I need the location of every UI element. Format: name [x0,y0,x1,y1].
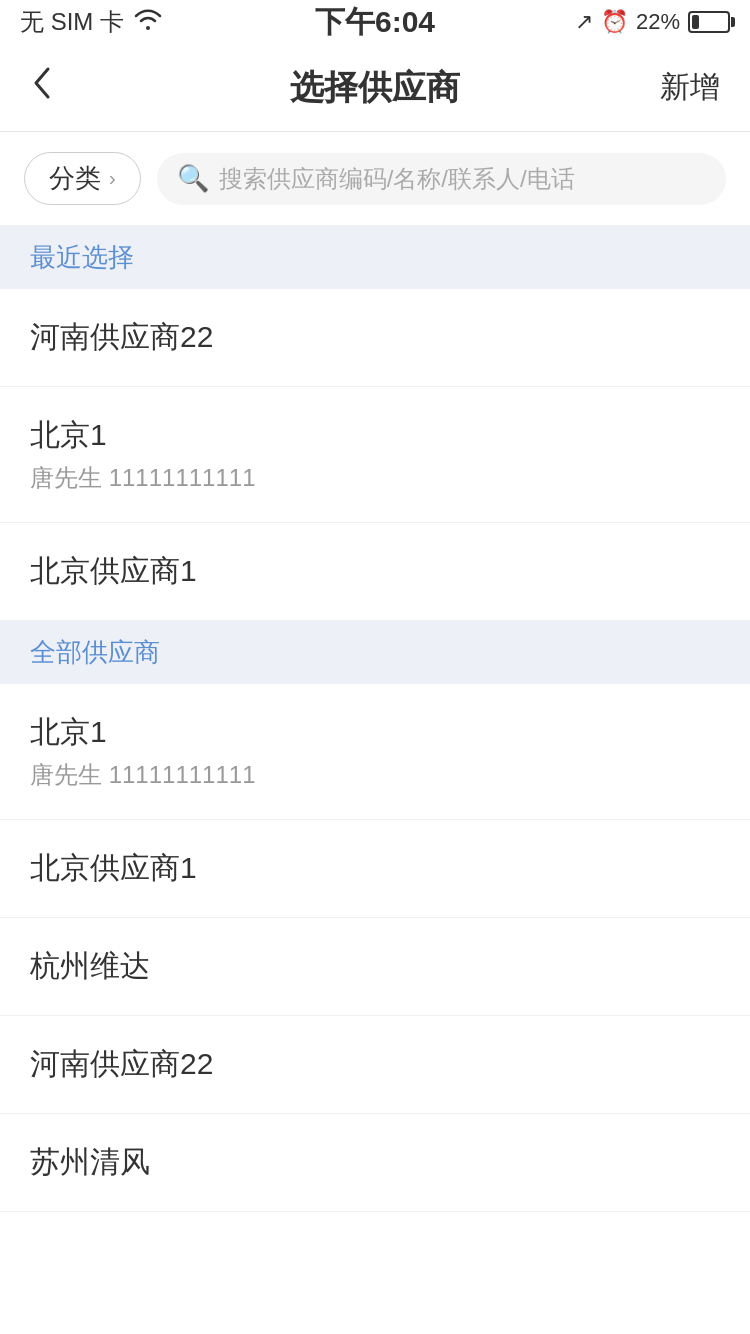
carrier-label: 无 SIM 卡 [20,6,124,38]
all-section-header: 全部供应商 [0,621,750,684]
status-time: 下午6:04 [315,2,435,43]
item-name: 北京供应商1 [30,551,720,592]
all-section-label: 全部供应商 [30,637,160,667]
search-placeholder: 搜索供应商编码/名称/联系人/电话 [219,163,575,195]
item-contact: 唐先生 11111111111 [30,759,720,791]
recent-section-header: 最近选择 [0,226,750,289]
item-name: 北京供应商1 [30,848,720,889]
back-button[interactable] [30,63,90,112]
item-name: 杭州维达 [30,946,720,987]
location-icon: ↗ [575,9,593,35]
all-suppliers-list: 北京1 唐先生 11111111111 北京供应商1 杭州维达河南供应商22 苏州清风 [0,684,750,1212]
list-item[interactable]: 河南供应商22 [0,289,750,387]
list-item[interactable]: 苏州清风 [0,1114,750,1212]
item-contact: 唐先生 11111111111 [30,462,720,494]
item-name: 河南供应商22 [30,317,720,358]
status-left: 无 SIM 卡 [20,6,162,38]
alarm-icon: ⏰ [601,9,628,35]
nav-bar: 选择供应商 新增 [0,44,750,132]
battery-icon [688,11,730,33]
recent-section-label: 最近选择 [30,242,134,272]
item-name: 河南供应商22 [30,1044,720,1085]
recent-list: 河南供应商22 北京1 唐先生 11111111111 北京供应商1 [0,289,750,621]
list-item[interactable]: 河南供应商22 [0,1016,750,1114]
item-name: 北京1 [30,415,720,456]
chevron-right-icon: › [109,167,116,190]
wifi-icon [134,8,162,36]
status-bar: 无 SIM 卡 下午6:04 ↗ ⏰ 22% [0,0,750,44]
page-title: 选择供应商 [290,65,460,111]
status-right: ↗ ⏰ 22% [575,9,730,35]
list-item[interactable]: 北京1 唐先生 11111111111 [0,684,750,820]
category-label: 分类 [49,161,101,196]
list-item[interactable]: 北京供应商1 [0,523,750,621]
category-button[interactable]: 分类 › [24,152,141,205]
item-name: 苏州清风 [30,1142,720,1183]
battery-label: 22% [636,9,680,35]
list-item[interactable]: 北京供应商1 [0,820,750,918]
filter-bar: 分类 › 🔍 搜索供应商编码/名称/联系人/电话 [0,132,750,226]
add-button[interactable]: 新增 [660,67,720,108]
list-item[interactable]: 北京1 唐先生 11111111111 [0,387,750,523]
list-item[interactable]: 杭州维达 [0,918,750,1016]
search-box[interactable]: 🔍 搜索供应商编码/名称/联系人/电话 [157,153,726,205]
item-name: 北京1 [30,712,720,753]
search-icon: 🔍 [177,163,209,194]
